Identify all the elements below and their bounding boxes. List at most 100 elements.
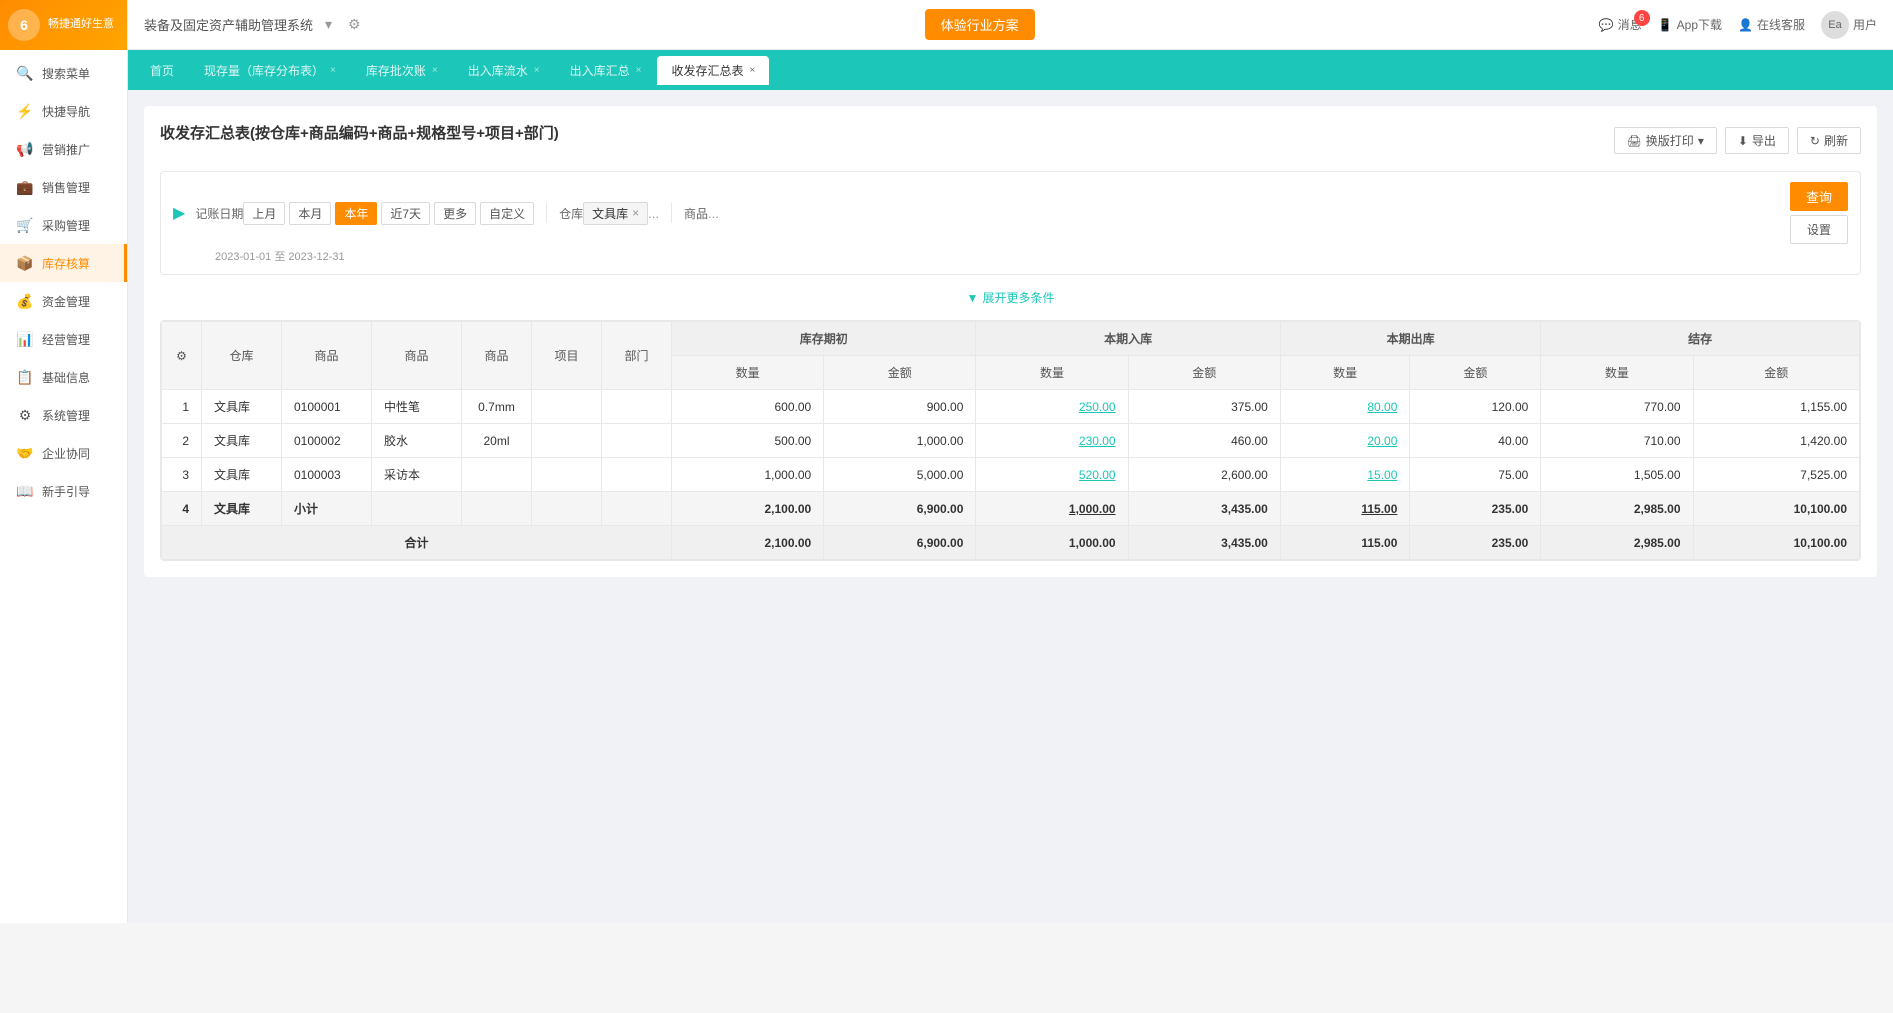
messages-item[interactable]: 💬 消息 6: [1599, 16, 1642, 33]
date-btn-7days[interactable]: 近7天: [381, 202, 430, 225]
sidebar-icon: ⚙: [16, 406, 34, 424]
sidebar-item-企业协同[interactable]: 🤝企业协同: [0, 434, 127, 472]
sidebar-item-采购管理[interactable]: 🛒采购管理: [0, 206, 127, 244]
row-out-qty[interactable]: 80.00: [1280, 390, 1410, 424]
table-footer-row: 合计 2,100.00 6,900.00 1,000.00 3,435.00 1…: [162, 526, 1860, 560]
footer-open-qty: 2,100.00: [672, 526, 824, 560]
date-btn-this-year[interactable]: 本年: [335, 202, 377, 225]
row-out-qty[interactable]: 20.00: [1280, 424, 1410, 458]
refresh-button[interactable]: ↻ 刷新: [1797, 127, 1861, 154]
tab-close-icon[interactable]: ×: [432, 65, 438, 76]
footer-bal-qty: 2,985.00: [1541, 526, 1693, 560]
footer-in-qty: 1,000.00: [976, 526, 1128, 560]
expand-conditions-button[interactable]: ▼ 展开更多条件: [967, 289, 1055, 306]
sidebar-item-销售管理[interactable]: 💼销售管理: [0, 168, 127, 206]
row-goods: [372, 492, 462, 526]
row-in-amt: 2,600.00: [1128, 458, 1280, 492]
export-button[interactable]: ⬇ 导出: [1725, 127, 1789, 154]
row-index: 4: [162, 492, 202, 526]
row-in-qty[interactable]: 250.00: [976, 390, 1128, 424]
warehouse-tag: 文具库 ×: [583, 202, 648, 225]
online-service-item[interactable]: 👤 在线客服: [1738, 16, 1805, 33]
date-btn-this-month[interactable]: 本月: [289, 202, 331, 225]
row-in-qty[interactable]: 520.00: [976, 458, 1128, 492]
app-download-item[interactable]: 📱 App下载: [1658, 16, 1722, 33]
goods-more[interactable]: ...: [708, 206, 719, 221]
sidebar-icon: 🛒: [16, 216, 34, 234]
th-settings[interactable]: ⚙: [162, 322, 202, 390]
date-btn-more[interactable]: 更多: [434, 202, 476, 225]
query-button[interactable]: 查询: [1790, 182, 1848, 211]
warehouse-more[interactable]: ...: [648, 206, 659, 221]
tab-label: 首页: [150, 62, 174, 79]
date-btn-last-month[interactable]: 上月: [243, 202, 285, 225]
logo-icon: 6: [8, 9, 40, 41]
date-btn-custom[interactable]: 自定义: [480, 202, 534, 225]
row-spec: 0.7mm: [462, 390, 532, 424]
sidebar-label: 新手引导: [42, 483, 90, 500]
settings-header-icon[interactable]: ⚙: [348, 16, 361, 33]
th-bal-amt: 金额: [1693, 356, 1859, 390]
table-row: 3 文具库 0100003 采访本 1,000.00 5,000.00 520.…: [162, 458, 1860, 492]
sidebar-icon: 🔍: [16, 64, 34, 82]
row-out-amt: 75.00: [1410, 458, 1541, 492]
tab-close-icon[interactable]: ×: [330, 65, 336, 76]
divider-1: [546, 203, 547, 223]
row-out-qty[interactable]: 15.00: [1280, 458, 1410, 492]
sidebar-item-新手引导[interactable]: 📖新手引导: [0, 472, 127, 510]
tab-收发存汇总表[interactable]: 收发存汇总表×: [657, 56, 769, 85]
tab-首页[interactable]: 首页: [136, 56, 188, 85]
row-code: 0100002: [282, 424, 372, 458]
row-bal-qty: 710.00: [1541, 424, 1693, 458]
print-button[interactable]: 🖨 换版打印 ▾: [1614, 127, 1717, 154]
online-service-label: 在线客服: [1757, 16, 1805, 33]
chevron-down-icon: ▾: [1698, 134, 1704, 148]
sidebar-label: 快捷导航: [42, 103, 90, 120]
row-project: [532, 390, 602, 424]
tab-出入库汇总[interactable]: 出入库汇总×: [556, 56, 656, 85]
tab-库存批次账[interactable]: 库存批次账×: [352, 56, 452, 85]
row-open-amt: 6,900.00: [824, 492, 976, 526]
th-bal-qty: 数量: [1541, 356, 1693, 390]
row-open-qty: 2,100.00: [672, 492, 824, 526]
tab-close-icon[interactable]: ×: [534, 65, 540, 76]
tab-现存量（库存分布表）[interactable]: 现存量（库存分布表）×: [190, 56, 350, 85]
tab-出入库流水[interactable]: 出入库流水×: [454, 56, 554, 85]
sidebar-label: 库存核算: [42, 255, 90, 272]
row-dept: [602, 424, 672, 458]
sidebar-icon: 📢: [16, 140, 34, 158]
filter-settings-button[interactable]: 设置: [1790, 215, 1848, 244]
tab-close-icon[interactable]: ×: [749, 65, 755, 76]
user-item[interactable]: Ea 用户: [1821, 11, 1877, 39]
footer-out-qty: 115.00: [1280, 526, 1410, 560]
table-settings-icon[interactable]: ⚙: [176, 349, 187, 363]
warehouse-remove-icon[interactable]: ×: [632, 206, 639, 220]
th-out-amt: 金额: [1410, 356, 1541, 390]
sidebar-item-基础信息[interactable]: 📋基础信息: [0, 358, 127, 396]
warehouse-tag-text: 文具库: [592, 205, 628, 222]
trial-button[interactable]: 体验行业方案: [925, 9, 1035, 40]
avatar-text: Ea: [1828, 19, 1841, 31]
logo-text: 畅捷通好生意: [48, 17, 114, 32]
sidebar-item-系统管理[interactable]: ⚙系统管理: [0, 396, 127, 434]
date-range-text: 2023-01-01 至 2023-12-31: [215, 251, 345, 263]
th-dept: 部门: [602, 322, 672, 390]
main-content: 收发存汇总表(按仓库+商品编码+商品+规格型号+项目+部门) 🖨 换版打印 ▾ …: [128, 90, 1893, 923]
sidebar-item-搜索菜单[interactable]: 🔍搜索菜单: [0, 54, 127, 92]
sidebar-item-营销推广[interactable]: 📢营销推广: [0, 130, 127, 168]
sidebar-item-快捷导航[interactable]: ⚡快捷导航: [0, 92, 127, 130]
sidebar-item-库存核算[interactable]: 📦库存核算: [0, 244, 127, 282]
sidebar-item-经营管理[interactable]: 📊经营管理: [0, 320, 127, 358]
query-actions: 查询 设置: [1790, 182, 1848, 244]
row-open-qty: 1,000.00: [672, 458, 824, 492]
tab-close-icon[interactable]: ×: [636, 65, 642, 76]
phone-icon: 📱: [1658, 18, 1673, 32]
filter-toggle-icon[interactable]: ▶: [173, 203, 185, 223]
filter-row: ▶ 记账日期 上月 本月 本年 近7天 更多 自定义 仓库 文具库 ×: [173, 182, 1848, 244]
table-row: 2 文具库 0100002 胶水 20ml 500.00 1,000.00 23…: [162, 424, 1860, 458]
row-index: 2: [162, 424, 202, 458]
dropdown-icon[interactable]: ▾: [325, 16, 332, 33]
th-out-qty: 数量: [1280, 356, 1410, 390]
row-in-qty[interactable]: 230.00: [976, 424, 1128, 458]
sidebar-item-资金管理[interactable]: 💰资金管理: [0, 282, 127, 320]
